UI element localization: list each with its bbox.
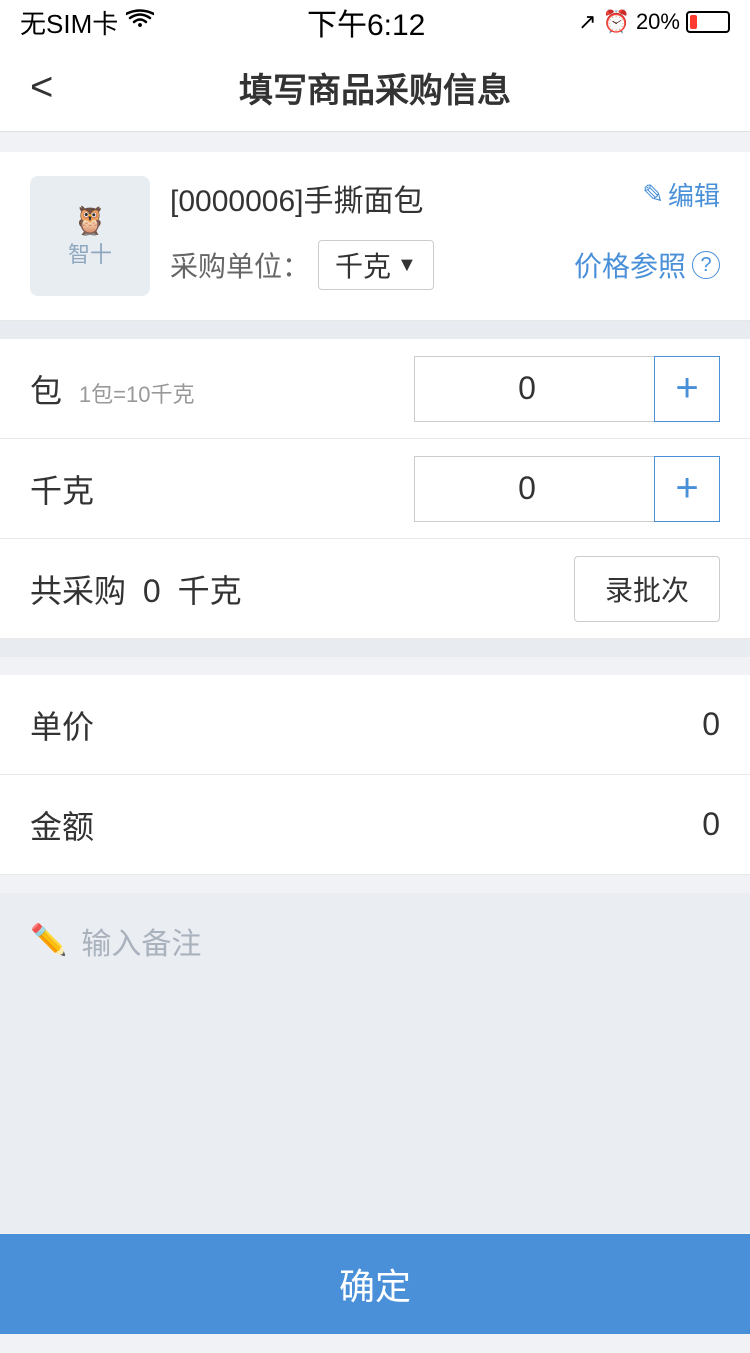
- product-card: 🦉 智十 [0000006]手撕面包 ✎ 编辑 采购单位： 千克 ▼ 价格参照 …: [0, 152, 750, 321]
- pack-label: 包 1包=10千克: [30, 366, 414, 412]
- wifi-icon: [126, 7, 154, 38]
- kg-input-row: 千克 +: [0, 439, 750, 539]
- info-icon: ?: [692, 251, 720, 279]
- pack-plus-button[interactable]: +: [654, 356, 720, 422]
- status-time: 下午6:12: [307, 0, 425, 44]
- input-section: 包 1包=10千克 + 千克 + 共采购 0 千克 录批次: [0, 339, 750, 639]
- total-unit: 千克: [178, 573, 242, 609]
- price-reference-button[interactable]: 价格参照 ?: [574, 245, 720, 285]
- amount-label: 金额: [30, 802, 94, 848]
- product-thumb-text: 🦉 智十: [68, 204, 112, 269]
- carrier-text: 无SIM卡: [20, 4, 118, 41]
- kg-input-wrap: +: [414, 456, 720, 522]
- page-title: 填写商品采购信息: [239, 63, 511, 112]
- notes-section[interactable]: ✏️ 输入备注: [0, 893, 750, 1233]
- total-row: 共采购 0 千克 录批次: [0, 539, 750, 639]
- unit-price-label: 单价: [30, 702, 94, 748]
- unit-price-row: 单价 0: [0, 675, 750, 775]
- product-name: [0000006]手撕面包: [170, 176, 423, 220]
- unit-price-value: 0: [702, 706, 720, 743]
- edit-label: 编辑: [668, 176, 720, 213]
- edit-icon: ✎: [642, 179, 664, 210]
- product-info: [0000006]手撕面包 ✎ 编辑 采购单位： 千克 ▼ 价格参照 ?: [170, 176, 720, 290]
- alarm-icon: ⏰: [603, 9, 630, 35]
- back-button[interactable]: <: [20, 55, 63, 120]
- kg-quantity-input[interactable]: [414, 456, 654, 522]
- status-bar: 无SIM卡 下午6:12 ↗ ⏰ 20%: [0, 0, 750, 44]
- section-divider-1: [0, 321, 750, 339]
- pack-quantity-input[interactable]: [414, 356, 654, 422]
- kg-label: 千克: [30, 466, 414, 512]
- product-thumbnail: 🦉 智十: [30, 176, 150, 296]
- status-right-icons: ↗ ⏰ 20%: [578, 9, 730, 35]
- section-divider-2: [0, 639, 750, 657]
- battery-percent: 20%: [636, 9, 680, 35]
- pack-input-row: 包 1包=10千克 +: [0, 339, 750, 439]
- confirm-button[interactable]: 确定: [0, 1234, 750, 1334]
- price-ref-label: 价格参照: [574, 245, 686, 285]
- pack-input-wrap: +: [414, 356, 720, 422]
- product-name-row: [0000006]手撕面包 ✎ 编辑: [170, 176, 720, 220]
- total-text: 共采购 0 千克: [30, 566, 242, 612]
- nav-bar: < 填写商品采购信息: [0, 44, 750, 132]
- pencil-icon: ✏️: [30, 923, 67, 958]
- confirm-label: 确定: [339, 1258, 411, 1310]
- price-section: 单价 0 金额 0: [0, 675, 750, 875]
- unit-value: 千克: [335, 245, 391, 285]
- product-unit-row: 采购单位： 千克 ▼ 价格参照 ?: [170, 240, 720, 290]
- total-amount: 0: [143, 573, 161, 609]
- kg-plus-button[interactable]: +: [654, 456, 720, 522]
- batch-button[interactable]: 录批次: [574, 556, 720, 622]
- unit-label: 采购单位：: [170, 245, 310, 285]
- amount-row: 金额 0: [0, 775, 750, 875]
- dropdown-icon: ▼: [397, 254, 417, 277]
- location-icon: ↗: [578, 9, 596, 35]
- pack-sub-label: 1包=10千克: [79, 382, 195, 407]
- unit-select[interactable]: 千克 ▼: [318, 240, 434, 290]
- battery-icon: [686, 11, 730, 33]
- amount-value: 0: [702, 806, 720, 843]
- status-carrier: 无SIM卡: [20, 4, 154, 41]
- notes-placeholder: 输入备注: [81, 919, 201, 963]
- edit-button[interactable]: ✎ 编辑: [642, 176, 720, 213]
- total-label: 共采购: [30, 573, 126, 609]
